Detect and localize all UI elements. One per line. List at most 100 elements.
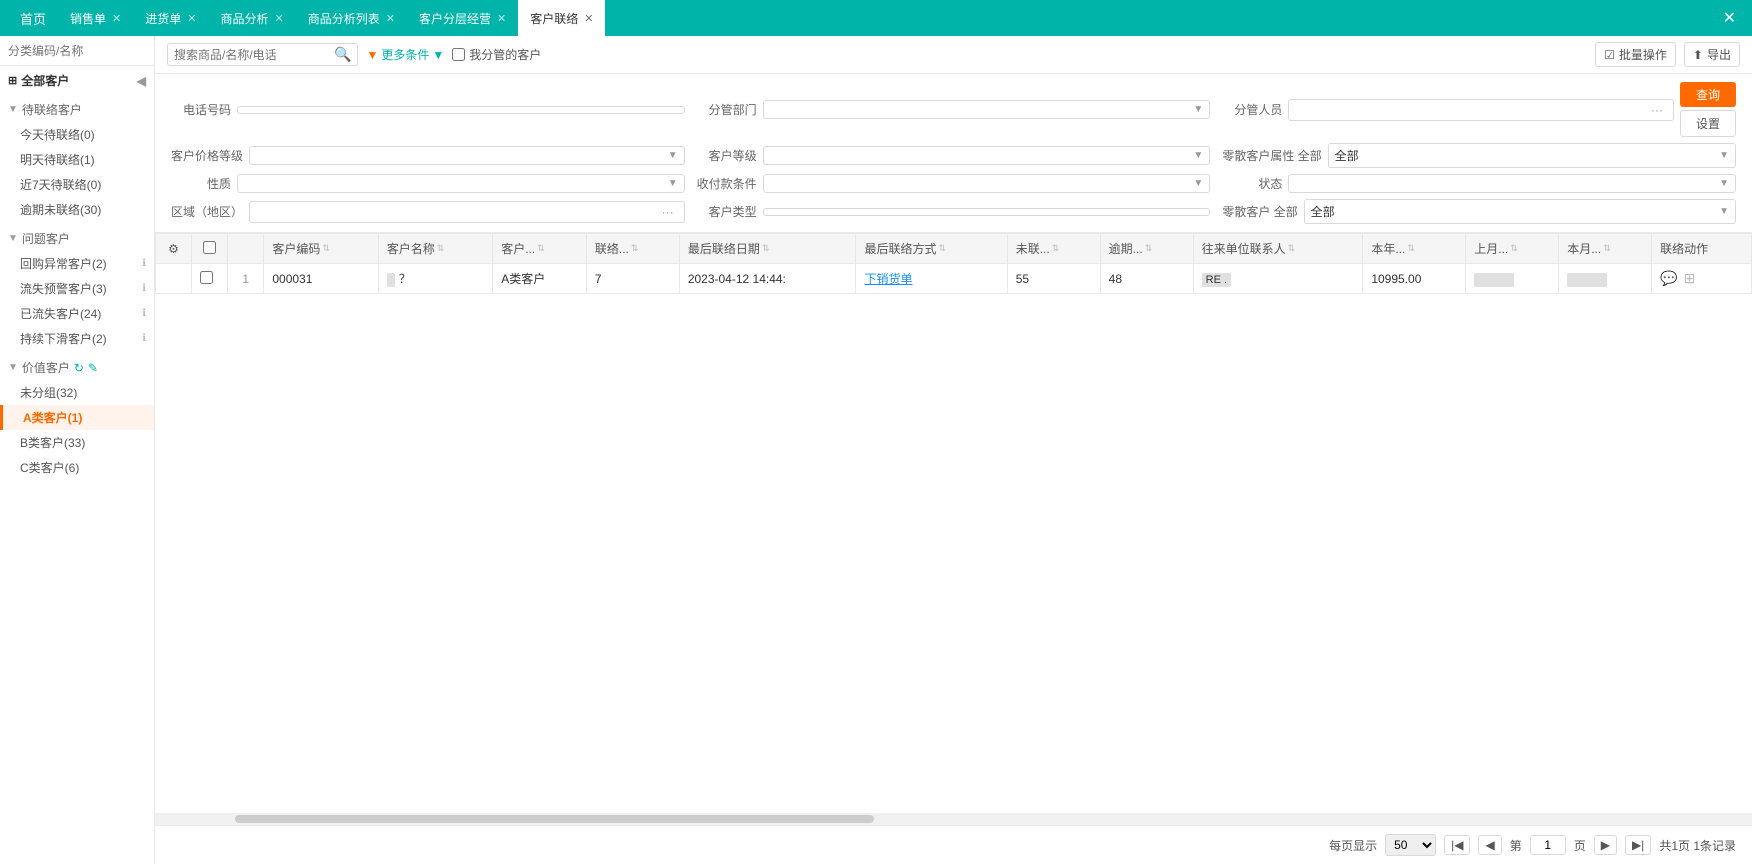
sidebar-item-today[interactable]: 今天待联络(0): [0, 122, 154, 147]
filter-retail-customer-select[interactable]: 全部 ▼: [1304, 199, 1736, 224]
sidebar-item-class-a[interactable]: A类客户(1): [0, 405, 154, 430]
sidebar-item-ungrouped[interactable]: 未分组(32): [0, 380, 154, 405]
message-action-icon[interactable]: 💬: [1660, 270, 1677, 287]
filter-person-input[interactable]: ···: [1288, 99, 1674, 121]
td-gear: [156, 264, 192, 294]
table-row: 1 000031 ？ A类客户 7 2023-04-12 14:44: 下销货单…: [156, 264, 1752, 294]
sidebar-group-pending-title[interactable]: ▼ 待联络客户: [0, 97, 154, 122]
close-product-analysis-tab[interactable]: ✕: [275, 12, 284, 25]
row-checkbox-1[interactable]: [200, 271, 213, 284]
sidebar-item-repurchase-anomaly[interactable]: 回购异常客户(2) ℹ: [0, 251, 154, 276]
settings-button[interactable]: 设置: [1680, 110, 1736, 137]
filter-customer-type: 客户类型: [697, 203, 1211, 220]
sort-name-icon: ⇅: [437, 243, 445, 254]
export-button[interactable]: ⬆ 导出: [1684, 42, 1740, 67]
close-purchase-tab[interactable]: ✕: [187, 12, 196, 25]
td-this-year: 10995.00: [1363, 264, 1466, 294]
select-all-checkbox[interactable]: [203, 241, 216, 254]
nature-arrow: ▼: [668, 178, 678, 189]
filter-customer-grade-select[interactable]: ▼: [763, 146, 1211, 165]
sidebar-item-class-c[interactable]: C类客户(6): [0, 455, 154, 480]
query-button[interactable]: 查询: [1680, 82, 1736, 107]
page-end-label: 页: [1574, 837, 1586, 854]
first-page-button[interactable]: |◀: [1444, 835, 1470, 855]
filter-search-icon[interactable]: 🔍: [334, 46, 351, 63]
close-contact-tab[interactable]: ✕: [584, 12, 593, 25]
sidebar-search-bar: 🔍: [0, 36, 154, 66]
close-product-list-tab[interactable]: ✕: [386, 12, 395, 25]
sidebar-item-churn-warning[interactable]: 流失预警客户(3) ℹ: [0, 276, 154, 301]
filter-price-grade-label: 客户价格等级: [171, 147, 243, 164]
filter-search-input[interactable]: [174, 48, 334, 62]
filter-nature-select[interactable]: ▼: [237, 174, 685, 193]
sidebar-all-customers-header: ⊞ 全部客户 ◀: [0, 66, 154, 95]
per-page-select[interactable]: 50 10 20 100: [1385, 834, 1436, 856]
status-arrow: ▼: [1719, 178, 1729, 189]
filter-phone-input[interactable]: [237, 106, 685, 114]
sidebar-item-7days[interactable]: 近7天待联络(0): [0, 172, 154, 197]
sidebar-item-class-b[interactable]: B类客户(33): [0, 430, 154, 455]
filter-customer-type-input[interactable]: [763, 208, 1211, 216]
grid-action-icon[interactable]: ⊞: [1684, 270, 1696, 287]
sidebar-group-value-label: 价值客户: [22, 359, 70, 376]
sidebar-item-declining[interactable]: 持续下滑客户(2) ℹ: [0, 326, 154, 351]
filter-dept: 分管部门 ▼: [697, 100, 1211, 119]
batch-ops-icon: ☑: [1604, 48, 1615, 62]
th-settings[interactable]: ⚙: [156, 234, 192, 264]
sidebar-all-customers-label[interactable]: 全部客户: [21, 72, 69, 89]
sort-this-month-icon: ⇅: [1603, 243, 1611, 254]
td-index: 1: [228, 264, 264, 294]
value-refresh-icon[interactable]: ↻: [74, 361, 84, 375]
nav-tab-purchase[interactable]: 进货单 ✕: [133, 0, 208, 36]
nav-tab-product-analysis-list[interactable]: 商品分析列表 ✕: [296, 0, 407, 36]
last-contact-method-link[interactable]: 下销货单: [864, 272, 912, 286]
nav-tab-product-analysis[interactable]: 商品分析 ✕: [208, 0, 295, 36]
my-customers-checkbox[interactable]: [452, 48, 465, 61]
info-icon-churned[interactable]: ℹ: [142, 308, 146, 319]
horizontal-scrollbar[interactable]: [155, 813, 1752, 825]
batch-ops-button[interactable]: ☑ 批量操作: [1595, 42, 1676, 67]
info-icon-repurchase[interactable]: ℹ: [142, 258, 146, 269]
prev-page-button[interactable]: ◀: [1478, 835, 1501, 855]
filter-more-arrow: ▼: [432, 48, 444, 62]
filter-dept-select[interactable]: ▼: [763, 100, 1211, 119]
sidebar-item-overdue[interactable]: 逾期未联络(30): [0, 197, 154, 222]
filter-retail-attr-select[interactable]: 全部 ▼: [1328, 143, 1736, 168]
filter-price-grade-select[interactable]: ▼: [249, 146, 685, 165]
filter-more-conditions[interactable]: ▼ 更多条件 ▼: [366, 46, 444, 63]
sidebar-item-tomorrow[interactable]: 明天待联络(1): [0, 147, 154, 172]
filter-payment-select[interactable]: ▼: [763, 174, 1211, 193]
person-ellipsis[interactable]: ···: [1647, 103, 1667, 117]
region-ellipsis[interactable]: ···: [658, 205, 678, 219]
th-action: 联络动作: [1652, 234, 1752, 264]
th-last-contact-date: 最后联络日期⇅: [679, 234, 856, 264]
advanced-filter: 电话号码 分管部门 ▼ 分管人员: [155, 74, 1752, 233]
nav-tab-customer-segment[interactable]: 客户分层经营 ✕: [407, 0, 518, 36]
filter-status-select[interactable]: ▼: [1288, 174, 1736, 193]
scroll-thumb[interactable]: [235, 815, 874, 823]
th-index: [228, 234, 264, 264]
td-last-contact-date: 2023-04-12 14:44:: [679, 264, 856, 294]
window-close-button[interactable]: ✕: [1715, 8, 1744, 28]
adv-filter-inner: 电话号码 分管部门 ▼ 分管人员: [155, 74, 1752, 232]
next-page-button[interactable]: ▶: [1594, 835, 1617, 855]
nav-tab-customer-contact[interactable]: 客户联络 ✕: [518, 0, 605, 36]
info-icon-declining[interactable]: ℹ: [142, 333, 146, 344]
sidebar-group-problem-title[interactable]: ▼ 问题客户: [0, 226, 154, 251]
last-page-button[interactable]: ▶|: [1625, 835, 1651, 855]
td-type: A类客户: [493, 264, 587, 294]
nav-home[interactable]: 首页: [8, 9, 58, 28]
sidebar-collapse-button[interactable]: ◀: [137, 74, 146, 88]
sidebar-item-churned[interactable]: 已流失客户(24) ℹ: [0, 301, 154, 326]
dept-dropdown-arrow: ▼: [1193, 104, 1203, 115]
page-number-input[interactable]: [1530, 835, 1566, 855]
value-edit-icon[interactable]: ✎: [88, 361, 98, 375]
close-sales-tab[interactable]: ✕: [112, 12, 121, 25]
info-icon-churn-warning[interactable]: ℹ: [142, 283, 146, 294]
sidebar-group-value-title[interactable]: ▼ 价值客户 ↻ ✎: [0, 355, 154, 380]
sidebar-search-input[interactable]: [8, 44, 155, 58]
filter-region-input[interactable]: ···: [249, 201, 685, 223]
filter-my-customers[interactable]: 我分管的客户: [452, 46, 541, 63]
nav-tab-sales[interactable]: 销售单 ✕: [58, 0, 133, 36]
close-segment-tab[interactable]: ✕: [497, 12, 506, 25]
